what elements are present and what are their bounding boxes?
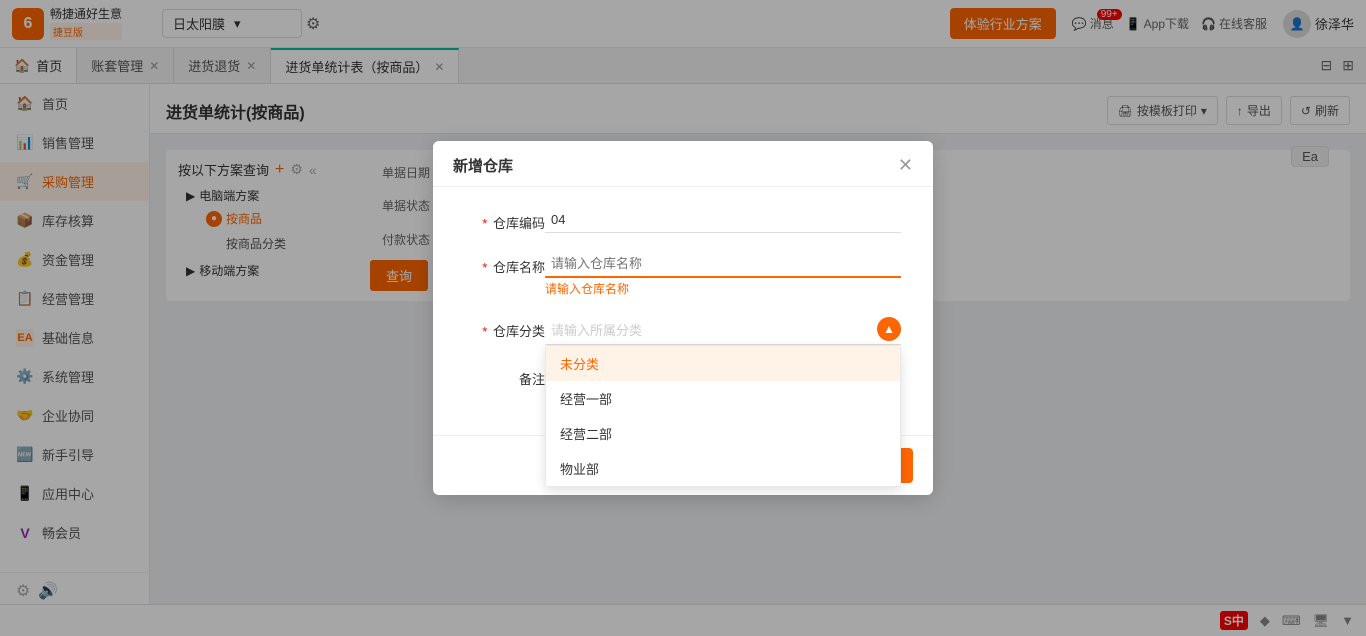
code-input[interactable] [545,207,901,233]
dropdown-item-property[interactable]: 物业部 [546,451,900,486]
category-select[interactable]: 请输入所属分类 [545,315,901,345]
category-dropdown-list: 未分类 经营一部 经营二部 物业部 [545,345,901,487]
code-control [545,207,901,233]
modal: 新增仓库 ✕ * 仓库编码 * 仓库名称 [433,141,933,495]
dropdown-item-dept1[interactable]: 经营一部 [546,381,900,416]
form-row-name: * 仓库名称 请输入仓库名称 [465,251,901,297]
category-placeholder: 请输入所属分类 [551,320,642,339]
dropdown-item-dept2[interactable]: 经营二部 [546,416,900,451]
notes-label: 备注 [465,363,545,388]
category-control: 请输入所属分类 ▲ 未分类 经营一部 经营二部 物业部 [545,315,901,345]
name-label: * 仓库名称 [465,251,545,276]
name-error-tip: 请输入仓库名称 [545,280,901,297]
modal-close-button[interactable]: ✕ [898,155,913,176]
form-row-code: * 仓库编码 [465,207,901,233]
modal-title: 新增仓库 [453,155,513,176]
form-row-category: * 仓库分类 请输入所属分类 ▲ 未分类 经营一部 经营二部 物业部 [465,315,901,345]
modal-overlay: 新增仓库 ✕ * 仓库编码 * 仓库名称 [0,0,1366,636]
name-input[interactable] [545,251,901,278]
category-dropdown-arrow[interactable]: ▲ [877,317,901,341]
modal-body: * 仓库编码 * 仓库名称 请输入仓库名称 [433,187,933,427]
modal-header: 新增仓库 ✕ [433,141,933,187]
dropdown-item-unclassified[interactable]: 未分类 [546,346,900,381]
category-label: * 仓库分类 [465,315,545,340]
name-control: 请输入仓库名称 [545,251,901,297]
code-label: * 仓库编码 [465,207,545,232]
